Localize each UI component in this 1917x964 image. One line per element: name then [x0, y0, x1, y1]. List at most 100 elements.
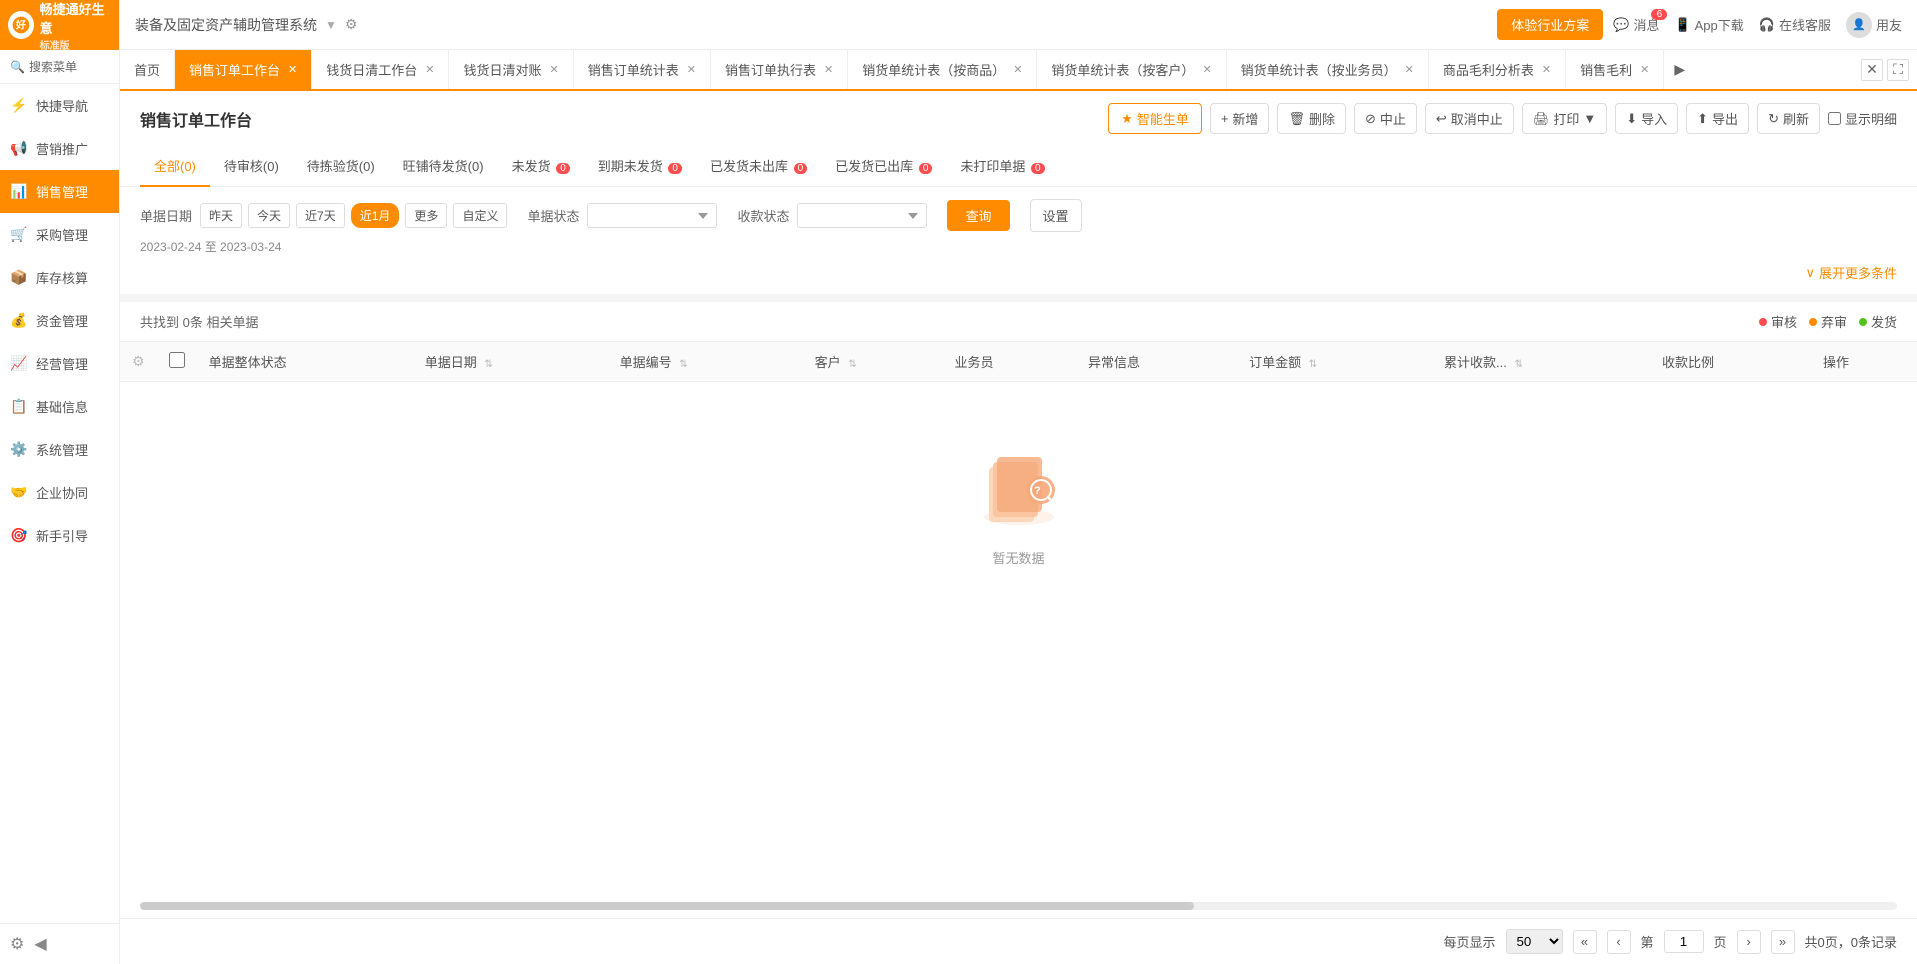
- date-btn-7days[interactable]: 近7天: [296, 203, 345, 228]
- tab-sales-summary-customer-close[interactable]: ✕: [1202, 63, 1211, 76]
- prev-page-btn[interactable]: ‹: [1607, 930, 1631, 954]
- tab-prev-btn[interactable]: ✕: [1861, 59, 1883, 81]
- app-download-action[interactable]: 📱 App下载: [1674, 15, 1743, 34]
- col-salesperson[interactable]: 业务员: [943, 342, 1077, 382]
- tab-sales-summary-product-label: 销货单统计表（按商品）: [862, 60, 1005, 79]
- subtab-shipped-not-out[interactable]: 已发货未出库 0: [696, 146, 821, 187]
- display-detail-checkbox-area[interactable]: 显示明细: [1828, 109, 1897, 128]
- action-review-btn[interactable]: 审核: [1759, 312, 1797, 331]
- tab-sales-stats[interactable]: 销售订单统计表 ✕: [574, 50, 711, 89]
- tab-sales-summary-staff[interactable]: 销货单统计表（按业务员） ✕: [1227, 50, 1429, 89]
- tab-sales-summary-customer[interactable]: 销货单统计表（按客户） ✕: [1037, 50, 1226, 89]
- col-customer[interactable]: 客户 ⇅: [803, 342, 943, 382]
- tab-more-btn[interactable]: ▶: [1664, 53, 1695, 86]
- page-input[interactable]: [1664, 930, 1704, 953]
- tab-product-margin-close[interactable]: ✕: [1542, 63, 1551, 76]
- col-collected[interactable]: 累计收款... ⇅: [1432, 342, 1650, 382]
- tab-sales-summary-staff-close[interactable]: ✕: [1405, 63, 1414, 76]
- per-page-select[interactable]: 50 20 100: [1506, 929, 1563, 954]
- sidebar-item-basic[interactable]: 📋 基础信息: [0, 385, 119, 428]
- col-amount[interactable]: 订单金额 ⇅: [1237, 342, 1432, 382]
- tab-sales-exec[interactable]: 销售订单执行表 ✕: [711, 50, 848, 89]
- subtab-unprinted[interactable]: 未打印单据 0: [946, 146, 1058, 187]
- subtab-overdue-unshipped[interactable]: 到期未发货 0: [584, 146, 696, 187]
- sidebar-item-cooperation[interactable]: 🤝 企业协同: [0, 471, 119, 514]
- fake-scrollbar[interactable]: [140, 902, 1897, 910]
- smart-btn[interactable]: ★ 智能生单: [1108, 103, 1202, 134]
- expand-row: ∨ 展开更多条件: [140, 263, 1897, 282]
- tab-sales-workbench[interactable]: 销售订单工作台 ✕: [175, 50, 312, 89]
- cancel-stop-btn[interactable]: ↩ 取消中止: [1425, 103, 1514, 134]
- tab-cash-daily-close[interactable]: ✕: [425, 63, 434, 76]
- filter-status-select[interactable]: [587, 203, 717, 228]
- subtab-pending-inspect[interactable]: 待拣验货(0): [293, 146, 389, 187]
- sidebar-item-finance[interactable]: 💰 资金管理: [0, 299, 119, 342]
- trial-btn[interactable]: 体验行业方案: [1497, 9, 1603, 40]
- select-all-checkbox[interactable]: [169, 352, 185, 368]
- last-page-btn[interactable]: »: [1771, 930, 1795, 954]
- filter-payment-select[interactable]: [797, 203, 927, 228]
- action-cancel-review-btn[interactable]: 弃审: [1809, 312, 1847, 331]
- tab-next-btn[interactable]: ⛶: [1887, 59, 1909, 81]
- settings-gear-icon[interactable]: ⚙: [345, 16, 358, 33]
- tab-sales-profit-close[interactable]: ✕: [1640, 63, 1649, 76]
- date-btn-yesterday[interactable]: 昨天: [200, 203, 242, 228]
- search-menu-item[interactable]: 🔍 搜索菜单: [0, 50, 119, 84]
- sidebar-item-marketing[interactable]: 📢 营销推广: [0, 127, 119, 170]
- subtab-wangpu[interactable]: 旺铺待发货(0): [389, 146, 498, 187]
- tab-sales-exec-close[interactable]: ✕: [824, 63, 833, 76]
- date-btn-custom[interactable]: 自定义: [453, 203, 507, 228]
- display-detail-checkbox[interactable]: [1828, 112, 1841, 125]
- filter-date-item: 单据日期 昨天 今天 近7天 近1月 更多 自定义: [140, 203, 507, 228]
- stop-btn-label: 中止: [1380, 109, 1406, 128]
- tab-sales-profit[interactable]: 销售毛利 ✕: [1566, 50, 1664, 89]
- col-date[interactable]: 单据日期 ⇅: [413, 342, 608, 382]
- tab-product-margin[interactable]: 商品毛利分析表 ✕: [1429, 50, 1566, 89]
- sidebar-item-purchase[interactable]: 🛒 采购管理: [0, 213, 119, 256]
- tab-cash-daily[interactable]: 钱货日清工作台 ✕: [312, 50, 449, 89]
- tab-sales-stats-close[interactable]: ✕: [687, 63, 696, 76]
- subtab-unprinted-badge: 0: [1031, 163, 1045, 174]
- tab-cash-reconcile-close[interactable]: ✕: [550, 63, 559, 76]
- tab-sales-summary-product[interactable]: 销货单统计表（按商品） ✕: [848, 50, 1037, 89]
- subtab-all[interactable]: 全部(0): [140, 146, 210, 187]
- sidebar-item-inventory[interactable]: 📦 库存核算: [0, 256, 119, 299]
- settings-filter-btn[interactable]: 设置: [1030, 199, 1082, 232]
- settings-icon[interactable]: ⚙: [10, 934, 24, 954]
- col-number[interactable]: 单据编号 ⇅: [608, 342, 803, 382]
- refresh-btn[interactable]: ↻ 刷新: [1757, 103, 1820, 134]
- date-btn-more[interactable]: 更多: [405, 203, 447, 228]
- stop-btn[interactable]: ⊘ 中止: [1354, 103, 1417, 134]
- expand-btn[interactable]: ∨ 展开更多条件: [1805, 263, 1897, 282]
- delete-btn[interactable]: 🗑 删除: [1277, 103, 1346, 134]
- date-btn-1month[interactable]: 近1月: [351, 203, 400, 228]
- online-service-action[interactable]: 🎧 在线客服: [1759, 15, 1831, 34]
- subtab-unshipped[interactable]: 未发货 0: [498, 146, 584, 187]
- sidebar-item-guide[interactable]: 🎯 新手引导: [0, 514, 119, 557]
- date-btn-today[interactable]: 今天: [248, 203, 290, 228]
- tab-sales-workbench-close[interactable]: ✕: [288, 63, 297, 76]
- message-action[interactable]: 💬 6 消息: [1613, 15, 1659, 34]
- print-btn[interactable]: 🖨 打印 ▼: [1522, 103, 1607, 134]
- subtab-pending-review[interactable]: 待审核(0): [210, 146, 293, 187]
- action-ship-btn[interactable]: 发货: [1859, 312, 1897, 331]
- add-btn[interactable]: + 新增: [1210, 103, 1270, 134]
- query-btn[interactable]: 查询: [947, 200, 1009, 231]
- import-btn[interactable]: ⬇ 导入: [1615, 103, 1678, 134]
- page-title: 销售订单工作台: [140, 107, 252, 143]
- settings-col-icon[interactable]: ⚙: [132, 353, 145, 369]
- first-page-btn[interactable]: «: [1573, 930, 1597, 954]
- tab-home[interactable]: 首页: [120, 50, 175, 89]
- export-btn[interactable]: ⬆ 导出: [1686, 103, 1749, 134]
- subtab-shipped-out[interactable]: 已发货已出库 0: [821, 146, 946, 187]
- user-action[interactable]: 👤 用友: [1846, 12, 1902, 38]
- collapse-icon[interactable]: ◀: [34, 934, 46, 954]
- sidebar-item-system[interactable]: ⚙️ 系统管理: [0, 428, 119, 471]
- sidebar-item-quicknav[interactable]: ⚡ 快捷导航: [0, 84, 119, 127]
- sidebar-item-sales[interactable]: 📊 销售管理: [0, 170, 119, 213]
- tab-cash-reconcile[interactable]: 钱货日清对账 ✕: [449, 50, 573, 89]
- sidebar-item-operations[interactable]: 📈 经营管理: [0, 342, 119, 385]
- tab-sales-summary-product-close[interactable]: ✕: [1013, 63, 1022, 76]
- col-amount-label: 订单金额: [1249, 355, 1301, 370]
- next-page-btn[interactable]: ›: [1737, 930, 1761, 954]
